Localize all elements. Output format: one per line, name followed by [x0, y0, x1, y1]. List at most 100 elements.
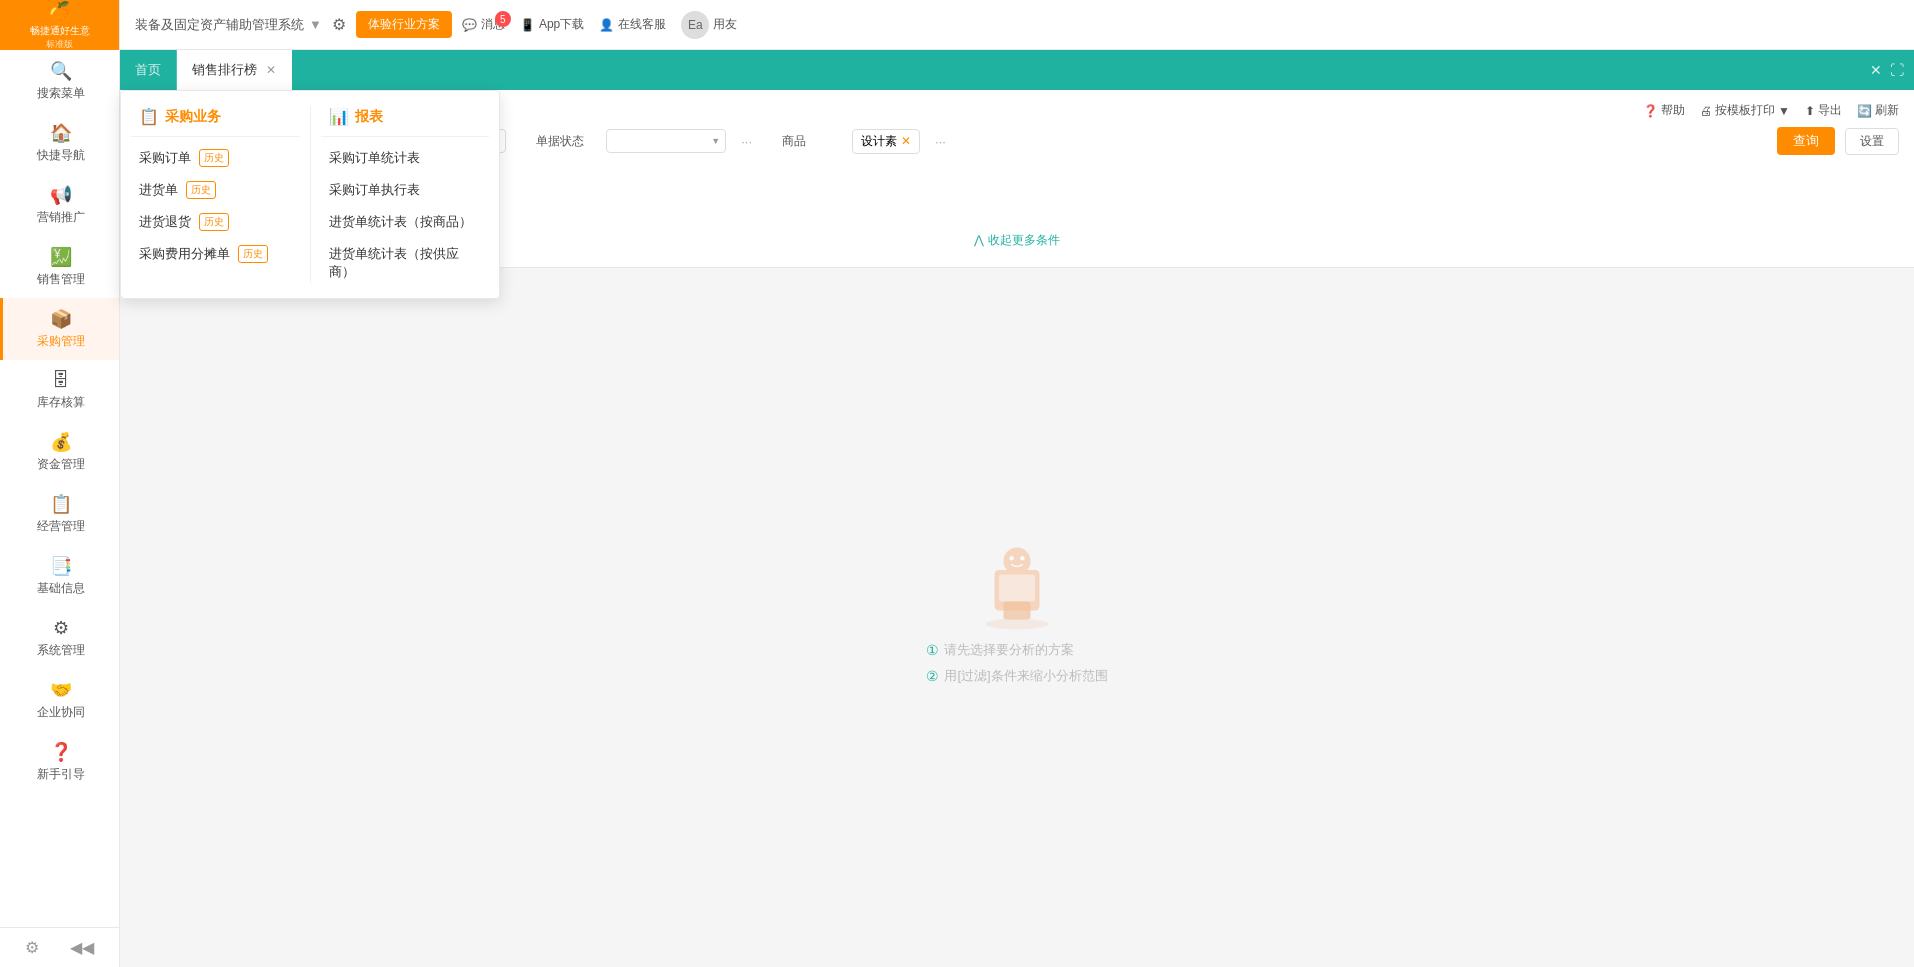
refresh-btn[interactable]: 🔄 刷新	[1857, 102, 1899, 119]
avatar-text: Ea	[688, 18, 703, 32]
help-label: 帮助	[1661, 102, 1685, 119]
goods-tag-text: 设计素	[861, 133, 897, 150]
sidebar-label-quick: 快捷导航	[37, 147, 85, 164]
sidebar-label-purchase: 采购管理	[37, 333, 85, 350]
help-btn[interactable]: ❓ 帮助	[1643, 102, 1685, 119]
filter-actions: 查询 设置	[1777, 127, 1899, 155]
bill-status-select[interactable]	[606, 129, 726, 153]
bill-status-dots[interactable]: ···	[741, 134, 752, 149]
window-maximize-icon[interactable]: ⛶	[1890, 62, 1904, 78]
menu-item-purchase-expense[interactable]: 采购费用分摊单 历史	[131, 238, 300, 270]
purchase-expense-label: 采购费用分摊单	[139, 245, 230, 263]
tab-home-label: 首页	[135, 61, 161, 79]
empty-illustration	[972, 543, 1062, 633]
goods-return-label: 进货退货	[139, 213, 191, 231]
refresh-label: 刷新	[1875, 102, 1899, 119]
goods-receipt-history[interactable]: 历史	[186, 181, 216, 199]
settings-footer-btn[interactable]: ⚙	[25, 938, 39, 957]
avatar: Ea	[681, 11, 709, 39]
topbar: 装备及固定资产辅助管理系统 ▼ ⚙ 体验行业方案 💬 5 消息 📱 App下载 …	[120, 0, 1914, 50]
sidebar-item-operation[interactable]: 📋 经营管理	[0, 483, 119, 545]
sidebar-item-sales[interactable]: 💹 销售管理	[0, 236, 119, 298]
message-icon: 💬	[462, 18, 477, 32]
system-name-text: 装备及固定资产辅助管理系统	[135, 16, 304, 34]
sidebar: 🍊 畅捷通好生意 标准版 🔍 搜索菜单 🏠 快捷导航 📢 营销推广 💹 销售管理…	[0, 0, 120, 967]
sidebar-label-guide: 新手引导	[37, 766, 85, 783]
goods-tag[interactable]: 设计素 ✕	[852, 129, 920, 154]
message-btn[interactable]: 💬 5 消息	[462, 16, 505, 33]
goods-tag-remove[interactable]: ✕	[901, 134, 911, 148]
purchase-col-icon: 📋	[139, 107, 159, 126]
print-icon: 🖨	[1700, 104, 1712, 118]
goods-label: 商品	[782, 133, 842, 150]
sidebar-item-inventory[interactable]: 🗄 库存核算	[0, 360, 119, 421]
username-label: 用友	[713, 16, 737, 33]
tab-close-icon[interactable]: ✕	[266, 63, 276, 77]
marketing-icon: 📢	[50, 184, 72, 206]
sidebar-label-system: 系统管理	[37, 642, 85, 659]
menu-item-purchase-order-exec[interactable]: 采购订单执行表	[321, 174, 490, 206]
enterprise-icon: 🤝	[50, 679, 72, 701]
report-col-icon: 📊	[329, 107, 349, 126]
app-name: 畅捷通好生意	[30, 24, 90, 38]
message-badge: 5	[495, 11, 511, 27]
svg-point-0	[986, 618, 1049, 629]
query-button[interactable]: 查询	[1777, 127, 1835, 155]
menu-item-goods-receipt[interactable]: 进货单 历史	[131, 174, 300, 206]
menu-item-goods-return[interactable]: 进货退货 历史	[131, 206, 300, 238]
sidebar-item-enterprise[interactable]: 🤝 企业协同	[0, 669, 119, 731]
sidebar-item-quick[interactable]: 🏠 快捷导航	[0, 112, 119, 174]
export-btn[interactable]: ⬆ 导出	[1805, 102, 1842, 119]
topbar-settings-icon[interactable]: ⚙	[332, 15, 346, 34]
app-logo: 🍊 畅捷通好生意 标准版	[0, 0, 119, 50]
collapse-text: 收起更多条件	[988, 233, 1060, 247]
svg-point-5	[1020, 556, 1025, 561]
sidebar-item-guide[interactable]: ❓ 新手引导	[0, 731, 119, 793]
goods-return-history[interactable]: 历史	[199, 213, 229, 231]
inventory-icon: 🗄	[52, 370, 70, 391]
menu-item-purchase-order[interactable]: 采购订单 历史	[131, 142, 300, 174]
sidebar-item-finance[interactable]: 💰 资金管理	[0, 421, 119, 483]
app-download-btn[interactable]: 📱 App下载	[520, 16, 584, 33]
empty-state: ① 请先选择要分析的方案 ② 用[过滤]条件来缩小分析范围	[120, 268, 1914, 967]
sidebar-item-basic[interactable]: 📑 基础信息	[0, 545, 119, 607]
service-icon: 👤	[599, 18, 614, 32]
menu-item-purchase-order-stat[interactable]: 采购订单统计表	[321, 142, 490, 174]
tabbar: 首页 销售排行榜 ✕ ✕ ⛶	[120, 50, 1914, 90]
menu-item-goods-stat-by-product[interactable]: 进货单统计表（按商品）	[321, 206, 490, 238]
purchase-col-title: 采购业务	[165, 108, 221, 126]
sidebar-item-search[interactable]: 🔍 搜索菜单	[0, 50, 119, 112]
app-download-label: App下载	[539, 16, 584, 33]
settings-button[interactable]: 设置	[1845, 128, 1899, 155]
refresh-icon: 🔄	[1857, 104, 1872, 118]
system-icon: ⚙	[53, 617, 69, 639]
purchase-order-stat-label: 采购订单统计表	[329, 149, 420, 167]
sidebar-item-purchase[interactable]: 📦 采购管理	[0, 298, 119, 360]
sidebar-label-enterprise: 企业协同	[37, 704, 85, 721]
export-label: 导出	[1818, 102, 1842, 119]
report-col-title: 报表	[355, 108, 383, 126]
purchase-order-history[interactable]: 历史	[199, 149, 229, 167]
purchase-order-exec-label: 采购订单执行表	[329, 181, 420, 199]
tab-sales-rank[interactable]: 销售排行榜 ✕	[177, 50, 292, 90]
online-service-btn[interactable]: 👤 在线客服	[599, 16, 666, 33]
goods-receipt-label: 进货单	[139, 181, 178, 199]
basic-icon: 📑	[50, 555, 72, 577]
sidebar-item-marketing[interactable]: 📢 营销推广	[0, 174, 119, 236]
collapse-sidebar-btn[interactable]: ◀◀	[70, 938, 94, 957]
goods-dots[interactable]: ···	[935, 134, 946, 149]
operation-icon: 📋	[50, 493, 72, 515]
purchase-expense-history[interactable]: 历史	[238, 245, 268, 263]
svg-rect-6	[1004, 601, 1031, 619]
system-dropdown-arrow[interactable]: ▼	[309, 17, 322, 32]
print-btn[interactable]: 🖨 按模板打印 ▼	[1700, 102, 1790, 119]
menu-item-goods-stat-by-supplier[interactable]: 进货单统计表（按供应商）	[321, 238, 490, 288]
sidebar-item-system[interactable]: ⚙ 系统管理	[0, 607, 119, 669]
trial-button[interactable]: 体验行业方案	[356, 11, 452, 38]
export-icon: ⬆	[1805, 104, 1815, 118]
window-close-icon[interactable]: ✕	[1870, 62, 1882, 78]
sidebar-label-finance: 资金管理	[37, 456, 85, 473]
user-avatar-area[interactable]: Ea 用友	[681, 11, 737, 39]
finance-icon: 💰	[50, 431, 72, 453]
tab-home[interactable]: 首页	[120, 50, 177, 90]
